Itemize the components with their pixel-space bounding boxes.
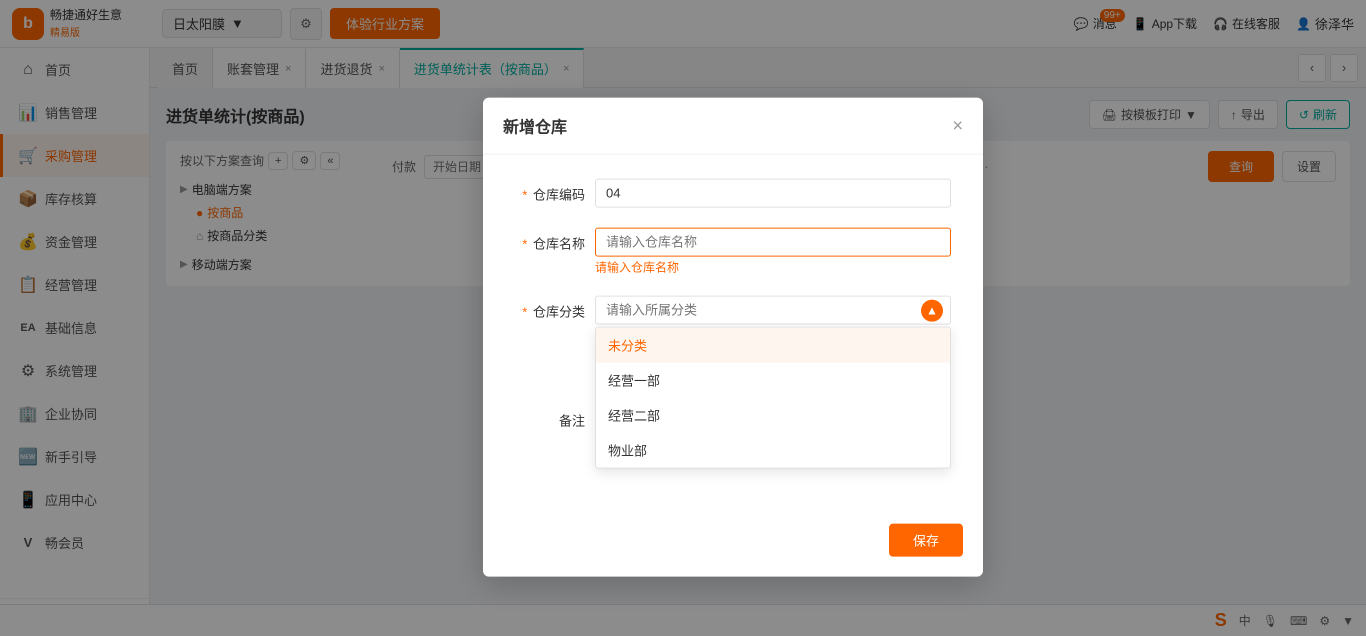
modal-footer: 保存	[483, 512, 983, 577]
required-star: *	[522, 188, 527, 203]
modal-body: * 仓库编码 * 仓库名称 请输入仓库名称 * 仓库分类	[483, 155, 983, 512]
remark-label: 备注	[515, 405, 595, 430]
form-row-name: * 仓库名称 请输入仓库名称	[515, 228, 951, 276]
category-label: * 仓库分类	[515, 296, 595, 321]
add-warehouse-modal: 新增仓库 × * 仓库编码 * 仓库名称 请输入仓库名称	[483, 98, 983, 577]
required-star-cat: *	[522, 305, 527, 320]
name-field: 请输入仓库名称	[595, 228, 951, 276]
form-row-category: * 仓库分类 ▲ 未分类 经营一部 经营二部 物业部	[515, 296, 951, 325]
name-input[interactable]	[595, 228, 951, 257]
name-error-msg: 请输入仓库名称	[595, 259, 951, 276]
chevron-up-icon: ▲	[926, 303, 938, 317]
dropdown-item-ops1[interactable]: 经营一部	[596, 363, 950, 398]
required-star-name: *	[522, 237, 527, 252]
dropdown-item-property[interactable]: 物业部	[596, 433, 950, 468]
category-toggle-btn[interactable]: ▲	[921, 299, 943, 321]
dropdown-item-ops2[interactable]: 经营二部	[596, 398, 950, 433]
category-dropdown: 未分类 经营一部 经营二部 物业部	[595, 327, 951, 469]
save-button[interactable]: 保存	[889, 524, 963, 557]
category-field: ▲ 未分类 经营一部 经营二部 物业部	[595, 296, 951, 325]
modal-close-btn[interactable]: ×	[952, 115, 963, 136]
code-input[interactable]	[595, 179, 951, 208]
form-row-code: * 仓库编码	[515, 179, 951, 208]
modal-header: 新增仓库 ×	[483, 98, 983, 155]
code-field	[595, 179, 951, 208]
modal-title: 新增仓库	[503, 114, 567, 138]
name-label: * 仓库名称	[515, 228, 595, 253]
category-input-wrapper: ▲	[595, 296, 951, 325]
dropdown-item-uncategorized[interactable]: 未分类	[596, 328, 950, 363]
category-input[interactable]	[595, 296, 951, 325]
code-label: * 仓库编码	[515, 179, 595, 204]
